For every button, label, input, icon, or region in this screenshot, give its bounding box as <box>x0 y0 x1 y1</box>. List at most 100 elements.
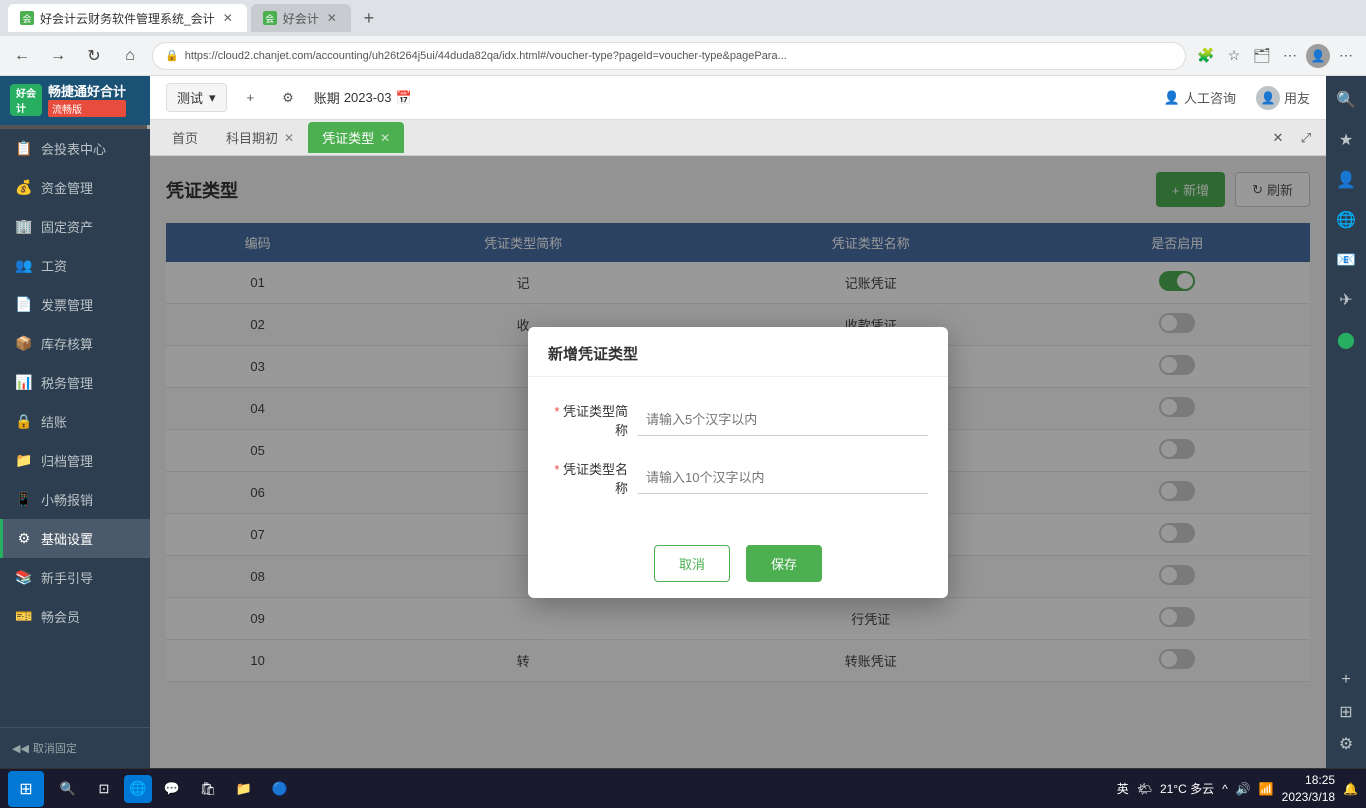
sidebar-item-label-fixed-assets: 固定资产 <box>41 217 93 236</box>
settings-topbar-button[interactable]: ⚙ <box>274 86 302 110</box>
sidebar-item-label-reports: 会投表中心 <box>41 139 106 158</box>
sidebar-item-guide[interactable]: 📚 新手引导 <box>0 558 150 597</box>
sidebar-item-inventory[interactable]: 📦 库存核算 <box>0 324 150 363</box>
sidebar-item-vip[interactable]: 🎫 畅会员 <box>0 597 150 636</box>
form-input-name[interactable] <box>638 462 928 494</box>
settings-button[interactable]: ⋯ <box>1278 44 1302 68</box>
payroll-icon: 👥 <box>15 257 33 274</box>
tab-bar: 会 好会计云财务软件管理系统_会计 ✕ 会 好会计 ✕ + <box>0 0 1366 36</box>
forward-button[interactable]: → <box>44 42 72 70</box>
taskbar-store[interactable]: 🛍 <box>192 773 224 805</box>
sidebar-item-label-vip: 畅会员 <box>41 607 80 626</box>
tab-window-actions: ✕ ⤢ <box>1266 126 1318 150</box>
workspace-dropdown-icon: ▾ <box>209 90 216 106</box>
user-info[interactable]: 👤 用友 <box>1256 86 1310 110</box>
page-tab-subjects-close[interactable]: ✕ <box>284 131 294 145</box>
tab-close-1[interactable]: ✕ <box>221 9 235 27</box>
right-sidebar-add[interactable]: + <box>1330 664 1362 696</box>
right-sidebar-settings[interactable]: ⚙ <box>1330 728 1362 760</box>
collections-button[interactable]: 🗂 <box>1250 44 1274 68</box>
sidebar-item-close[interactable]: 🔒 结账 <box>0 402 150 441</box>
sidebar-item-label-guide: 新手引导 <box>41 568 93 587</box>
taskbar-wechat[interactable]: 💬 <box>156 773 188 805</box>
consult-label: 人工咨询 <box>1184 88 1236 107</box>
address-input[interactable]: 🔒 https://cloud2.chanjet.com/accounting/… <box>152 42 1186 70</box>
page-tab-voucher-type-close[interactable]: ✕ <box>380 131 390 145</box>
consult-icon: 👤 <box>1164 90 1180 106</box>
more-button[interactable]: ⋯ <box>1334 44 1358 68</box>
page-tab-voucher-type[interactable]: 凭证类型 ✕ <box>308 122 404 153</box>
period-info: 账期 2023-03 📅 <box>314 88 412 107</box>
taskbar-files[interactable]: 📁 <box>228 773 260 805</box>
sidebar-item-basic-settings[interactable]: ⚙ 基础设置 <box>0 519 150 558</box>
logo-text-container: 畅捷通好合计 流畅版 <box>48 84 126 117</box>
close-tab-window-button[interactable]: ✕ <box>1266 126 1290 150</box>
logo-icon: 好会计 <box>10 84 42 116</box>
favorites-button[interactable]: ☆ <box>1222 44 1246 68</box>
sidebar-item-fixed-assets[interactable]: 🏢 固定资产 <box>0 207 150 246</box>
form-row-short: 凭证类型简称 <box>548 401 928 439</box>
home-button[interactable]: ⌂ <box>116 42 144 70</box>
right-sidebar-search[interactable]: 🔍 <box>1330 84 1362 116</box>
sidebar-item-funds[interactable]: 💰 资金管理 <box>0 168 150 207</box>
add-workspace-button[interactable]: + <box>239 86 263 109</box>
right-sidebar-user[interactable]: 👤 <box>1330 164 1362 196</box>
sidebar-toggle-button[interactable]: ◀◀ 取消固定 <box>8 736 142 760</box>
page-tab-home[interactable]: 首页 <box>158 122 212 153</box>
taskbar-taskview[interactable]: ⊡ <box>88 773 120 805</box>
taskbar-edge[interactable]: 🌐 <box>124 775 152 803</box>
new-tab-button[interactable]: + <box>355 4 383 32</box>
taskbar-start-button[interactable]: ⊞ <box>8 771 44 807</box>
taskbar-apps: 🔍 ⊡ 🌐 💬 🛍 📁 🔵 <box>52 773 296 805</box>
left-sidebar: 好会计 畅捷通好合计 流畅版 📋 会投表中心 💰 资金管理 🏢 固定资产 <box>0 76 150 768</box>
browser-chrome: 会 好会计云财务软件管理系统_会计 ✕ 会 好会计 ✕ + ← → ↻ ⌂ 🔒 … <box>0 0 1366 76</box>
modal-save-button[interactable]: 保存 <box>746 545 822 582</box>
right-sidebar-mail[interactable]: 📧 <box>1330 244 1362 276</box>
taskbar-notifications-button[interactable]: 🔔 <box>1343 782 1358 796</box>
workspace-selector[interactable]: 测试 ▾ <box>166 83 227 112</box>
taskbar-notification-icon: ^ <box>1222 782 1228 796</box>
tax-icon: 📊 <box>15 374 33 391</box>
user-avatar: 👤 <box>1256 86 1280 110</box>
sidebar-items: 📋 会投表中心 💰 资金管理 🏢 固定资产 👥 工资 📄 发票管理 📦 <box>0 129 150 727</box>
right-sidebar-favorite[interactable]: ★ <box>1330 124 1362 156</box>
sidebar-logo: 好会计 畅捷通好合计 流畅版 <box>0 76 150 125</box>
tab-label-1: 好会计云财务软件管理系统_会计 <box>40 10 215 27</box>
archive-icon: 📁 <box>15 452 33 469</box>
expand-tab-window-button[interactable]: ⤢ <box>1294 126 1318 150</box>
form-row-name: 凭证类型名称 <box>548 459 928 497</box>
sidebar-item-invoice[interactable]: 📄 发票管理 <box>0 285 150 324</box>
taskbar-search[interactable]: 🔍 <box>52 773 84 805</box>
right-sidebar-app[interactable]: ⬤ <box>1330 324 1362 356</box>
right-sidebar-grid[interactable]: ⊞ <box>1330 696 1362 728</box>
sidebar-item-expense[interactable]: 📱 小畅报销 <box>0 480 150 519</box>
right-sidebar-globe[interactable]: 🌐 <box>1330 204 1362 236</box>
page-tab-subjects[interactable]: 科目期初 ✕ <box>212 122 308 153</box>
sidebar-item-reports[interactable]: 📋 会投表中心 <box>0 129 150 168</box>
taskbar-volume-icon: 🔊 <box>1236 782 1251 796</box>
modal-cancel-button[interactable]: 取消 <box>654 545 730 582</box>
sidebar-item-archive[interactable]: 📁 归档管理 <box>0 441 150 480</box>
taskbar-time: 18:25 2023/3/18 <box>1282 772 1335 806</box>
sidebar-item-tax[interactable]: 📊 税务管理 <box>0 363 150 402</box>
taskbar-date: 2023/3/18 <box>1282 789 1335 806</box>
taskbar-edge2[interactable]: 🔵 <box>264 773 296 805</box>
taskbar-clock: 18:25 <box>1282 772 1335 789</box>
modal-body: 凭证类型简称 凭证类型名称 <box>528 377 948 533</box>
profile-button[interactable]: 👤 <box>1306 44 1330 68</box>
form-input-short[interactable] <box>638 404 928 436</box>
taskbar-system: 英 🌤 21°C 多云 ^ 🔊 📶 18:25 2023/3/18 🔔 <box>1117 772 1358 806</box>
tab-label-2: 好会计 <box>283 10 319 27</box>
back-button[interactable]: ← <box>8 42 36 70</box>
expense-icon: 📱 <box>15 491 33 508</box>
sidebar-item-payroll[interactable]: 👥 工资 <box>0 246 150 285</box>
browser-tab-2[interactable]: 会 好会计 ✕ <box>251 4 351 32</box>
address-text: https://cloud2.chanjet.com/accounting/uh… <box>185 50 787 62</box>
consult-button[interactable]: 👤 人工咨询 <box>1156 84 1244 111</box>
browser-tab-1[interactable]: 会 好会计云财务软件管理系统_会计 ✕ <box>8 4 247 32</box>
app-container: 好会计 畅捷通好合计 流畅版 📋 会投表中心 💰 资金管理 🏢 固定资产 <box>0 76 1366 768</box>
extensions-button[interactable]: 🧩 <box>1194 44 1218 68</box>
tab-close-2[interactable]: ✕ <box>325 9 339 27</box>
refresh-button[interactable]: ↻ <box>80 42 108 70</box>
right-sidebar-feishu[interactable]: ✈ <box>1330 284 1362 316</box>
